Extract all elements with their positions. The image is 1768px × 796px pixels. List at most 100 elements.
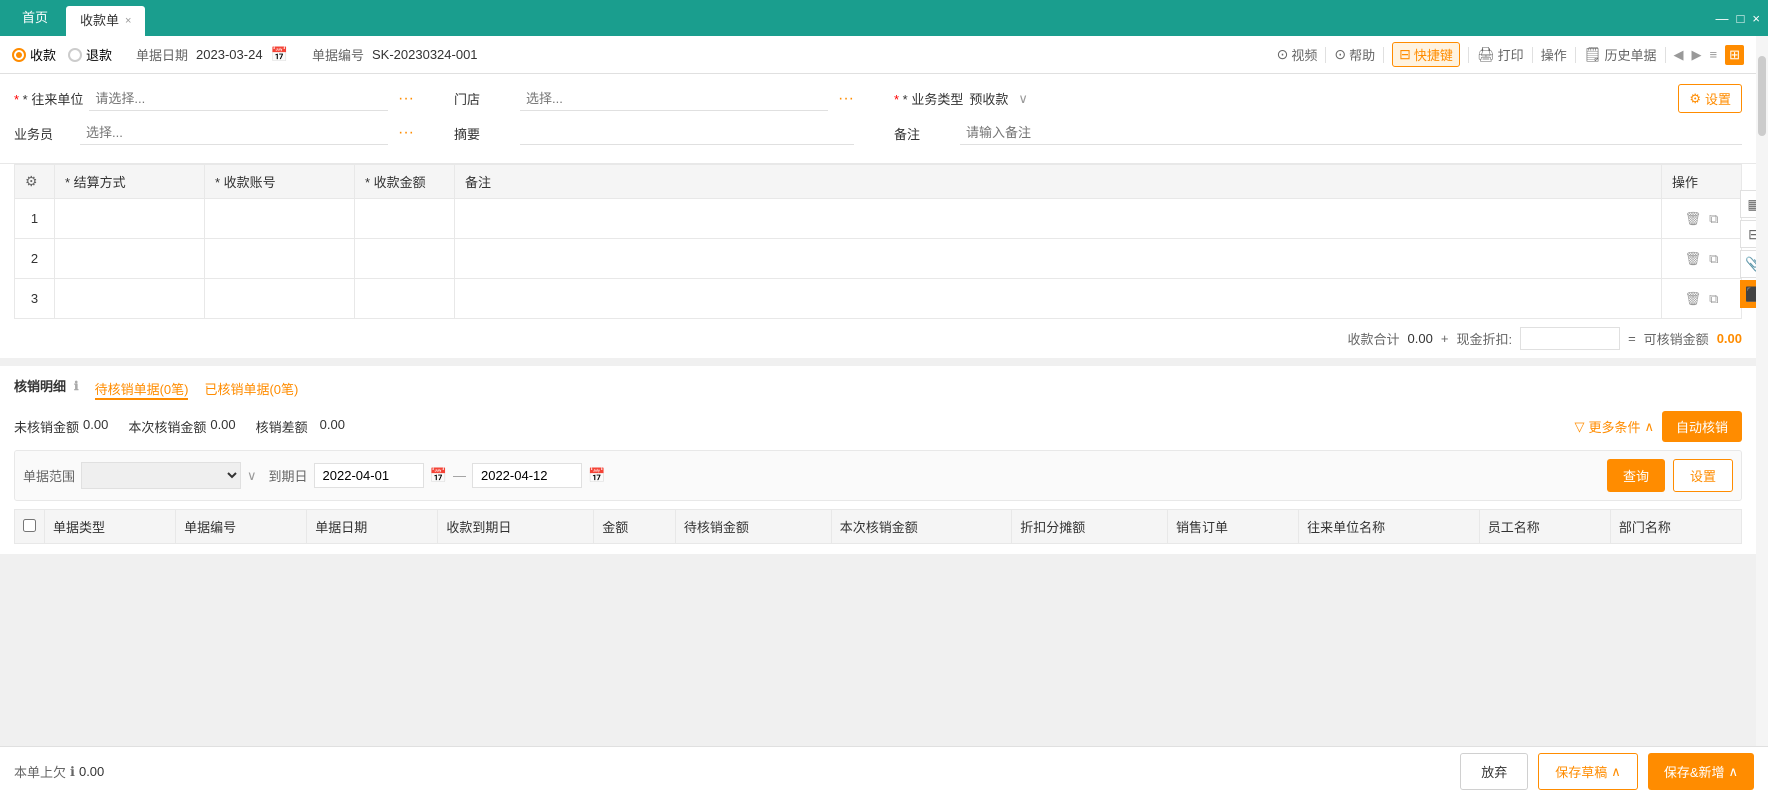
radio-tui-dot xyxy=(68,48,82,62)
row-3-delete-icon[interactable]: 🗑 xyxy=(1685,291,1702,307)
section-title-text: 核销明细 xyxy=(14,376,66,395)
history-btn[interactable]: 🗒 历史单据 xyxy=(1584,45,1657,64)
th-from-unit-label: 往来单位名称 xyxy=(1307,520,1385,535)
writeoff-stats: 未核销金额 0.00 本次核销金额 0.00 核销差额 0.00 ▽ 更多条件 … xyxy=(14,411,1742,442)
cal-from-icon[interactable]: 📅 xyxy=(430,467,447,484)
help-btn[interactable]: ⊙ 帮助 xyxy=(1334,45,1375,64)
layout-list-icon[interactable]: ≡ xyxy=(1710,47,1718,62)
row-3-account[interactable] xyxy=(205,279,355,319)
salesperson-input[interactable] xyxy=(80,121,388,145)
row-1-account[interactable] xyxy=(205,199,355,239)
tab-home[interactable]: 首页 xyxy=(8,0,62,36)
auto-writeoff-btn[interactable]: 自动核销 xyxy=(1662,411,1742,442)
abandon-btn[interactable]: 放弃 xyxy=(1460,753,1528,790)
th-employee: 员工名称 xyxy=(1479,510,1610,544)
doc-number-value[interactable]: SK-20230324-001 xyxy=(372,47,478,62)
row-1-settle[interactable] xyxy=(55,199,205,239)
row-1-delete-icon[interactable]: 🗑 xyxy=(1685,211,1702,227)
layout-grid-icon[interactable]: ⊞ xyxy=(1725,45,1744,65)
section-info-icon[interactable]: ℹ xyxy=(74,379,79,393)
tab-current[interactable]: 收款单 × xyxy=(66,6,145,36)
discount-input[interactable] xyxy=(1520,327,1620,350)
date-to-input[interactable] xyxy=(472,463,582,488)
business-type-dropdown-icon[interactable]: ∨ xyxy=(1018,91,1028,107)
row-1-amount[interactable] xyxy=(355,199,455,239)
nav-prev-icon[interactable]: ◀ xyxy=(1674,47,1684,63)
doc-date-value[interactable]: 2023-03-24 xyxy=(196,47,263,62)
tab-bar-right: — □ × xyxy=(1716,11,1760,26)
nav-next-icon[interactable]: ▶ xyxy=(1692,47,1702,63)
save-new-btn[interactable]: 保存&新增 ∧ xyxy=(1648,753,1754,790)
filter-settings-btn[interactable]: 设置 xyxy=(1673,459,1733,492)
store-input[interactable] xyxy=(520,87,828,111)
row-3-amount[interactable] xyxy=(355,279,455,319)
more-filter-btn[interactable]: ▽ 更多条件 ∧ xyxy=(1574,417,1654,436)
section-title: 核销明细 ℹ xyxy=(14,376,79,395)
th-gear[interactable]: ⚙ xyxy=(15,165,55,199)
remark-input[interactable] xyxy=(960,121,1742,145)
gear-th-icon[interactable]: ⚙ xyxy=(25,173,38,189)
divider-5 xyxy=(1575,47,1576,63)
divider-2 xyxy=(1383,47,1384,63)
summary-input[interactable] xyxy=(520,121,854,145)
table-header-row: ⚙ * 结算方式 * 收款账号 * 收款金额 备注 操作 xyxy=(15,165,1742,199)
tab-close-icon[interactable]: × xyxy=(125,6,131,36)
salesperson-more-icon[interactable]: ··· xyxy=(398,124,414,142)
business-type-label: * 业务类型 xyxy=(894,89,963,108)
th-action-label: 操作 xyxy=(1672,175,1698,190)
th-discount-label: 折扣分摊额 xyxy=(1020,520,1085,535)
settings-button[interactable]: ⚙ 设置 xyxy=(1678,84,1742,113)
row-1-copy-icon[interactable]: ⧉ xyxy=(1709,211,1718,227)
row-3-settle[interactable] xyxy=(55,279,205,319)
row-2-remark[interactable] xyxy=(455,239,1662,279)
info-carry-icon: ℹ xyxy=(70,764,75,780)
calendar-icon[interactable]: 📅 xyxy=(271,46,288,63)
from-unit-more-icon[interactable]: ··· xyxy=(398,90,414,108)
row-3-remark[interactable] xyxy=(455,279,1662,319)
from-unit-input[interactable] xyxy=(89,87,388,111)
th-sales-order-label: 销售订单 xyxy=(1176,520,1228,535)
window-minimize[interactable]: — xyxy=(1716,11,1729,26)
tab-done[interactable]: 已核销单据(0笔) xyxy=(204,379,298,400)
store-more-icon[interactable]: ··· xyxy=(838,90,854,108)
select-all-checkbox[interactable] xyxy=(23,519,36,532)
scrollbar-thumb[interactable] xyxy=(1758,56,1766,136)
doc-date-label: 单据日期 xyxy=(136,45,188,64)
window-maximize[interactable]: □ xyxy=(1737,11,1745,26)
writeoff-tabs: 待核销单据(0笔) 已核销单据(0笔) xyxy=(95,379,299,400)
print-btn[interactable]: 🖨 打印 xyxy=(1477,45,1524,64)
cal-to-icon[interactable]: 📅 xyxy=(588,467,605,484)
doc-date-field: 单据日期 2023-03-24 📅 xyxy=(136,45,288,64)
row-3-copy-icon[interactable]: ⧉ xyxy=(1709,291,1718,307)
row-2-action: 🗑 ⧉ xyxy=(1662,239,1742,279)
radio-tui[interactable]: 退款 xyxy=(68,45,112,64)
remark-label: 备注 xyxy=(894,124,954,143)
window-close[interactable]: × xyxy=(1752,11,1760,26)
divider-1 xyxy=(1325,47,1326,63)
ops-btn[interactable]: 操作 xyxy=(1541,45,1567,64)
business-type-value: 预收款 xyxy=(969,89,1008,108)
date-from-input[interactable] xyxy=(314,463,424,488)
verifiable-value: 0.00 xyxy=(1717,331,1742,346)
scrollbar[interactable] xyxy=(1756,36,1768,796)
verifiable-label: 可核销金额 xyxy=(1644,329,1709,348)
range-select[interactable] xyxy=(81,462,241,489)
radio-shou[interactable]: 收款 xyxy=(12,45,56,64)
row-2-amount[interactable] xyxy=(355,239,455,279)
tab-pending[interactable]: 待核销单据(0笔) xyxy=(95,379,189,400)
row-1-remark[interactable] xyxy=(455,199,1662,239)
row-2-account[interactable] xyxy=(205,239,355,279)
help-label: 帮助 xyxy=(1349,45,1375,64)
radio-shou-label: 收款 xyxy=(30,45,56,64)
stat-unverified: 未核销金额 0.00 xyxy=(14,417,108,436)
query-btn[interactable]: 查询 xyxy=(1607,459,1665,492)
video-btn[interactable]: ⊙ 视频 xyxy=(1277,45,1318,64)
row-2-delete-icon[interactable]: 🗑 xyxy=(1685,251,1702,267)
shortcut-btn[interactable]: ⊟ 快捷键 xyxy=(1392,42,1460,67)
unverified-label: 未核销金额 xyxy=(14,417,79,436)
row-2-settle[interactable] xyxy=(55,239,205,279)
row-2-copy-icon[interactable]: ⧉ xyxy=(1709,251,1718,267)
draft-btn[interactable]: 保存草稿 ∧ xyxy=(1538,753,1638,790)
th-doc-number: 单据编号 xyxy=(176,510,307,544)
th-settle-label: * 结算方式 xyxy=(65,175,126,190)
